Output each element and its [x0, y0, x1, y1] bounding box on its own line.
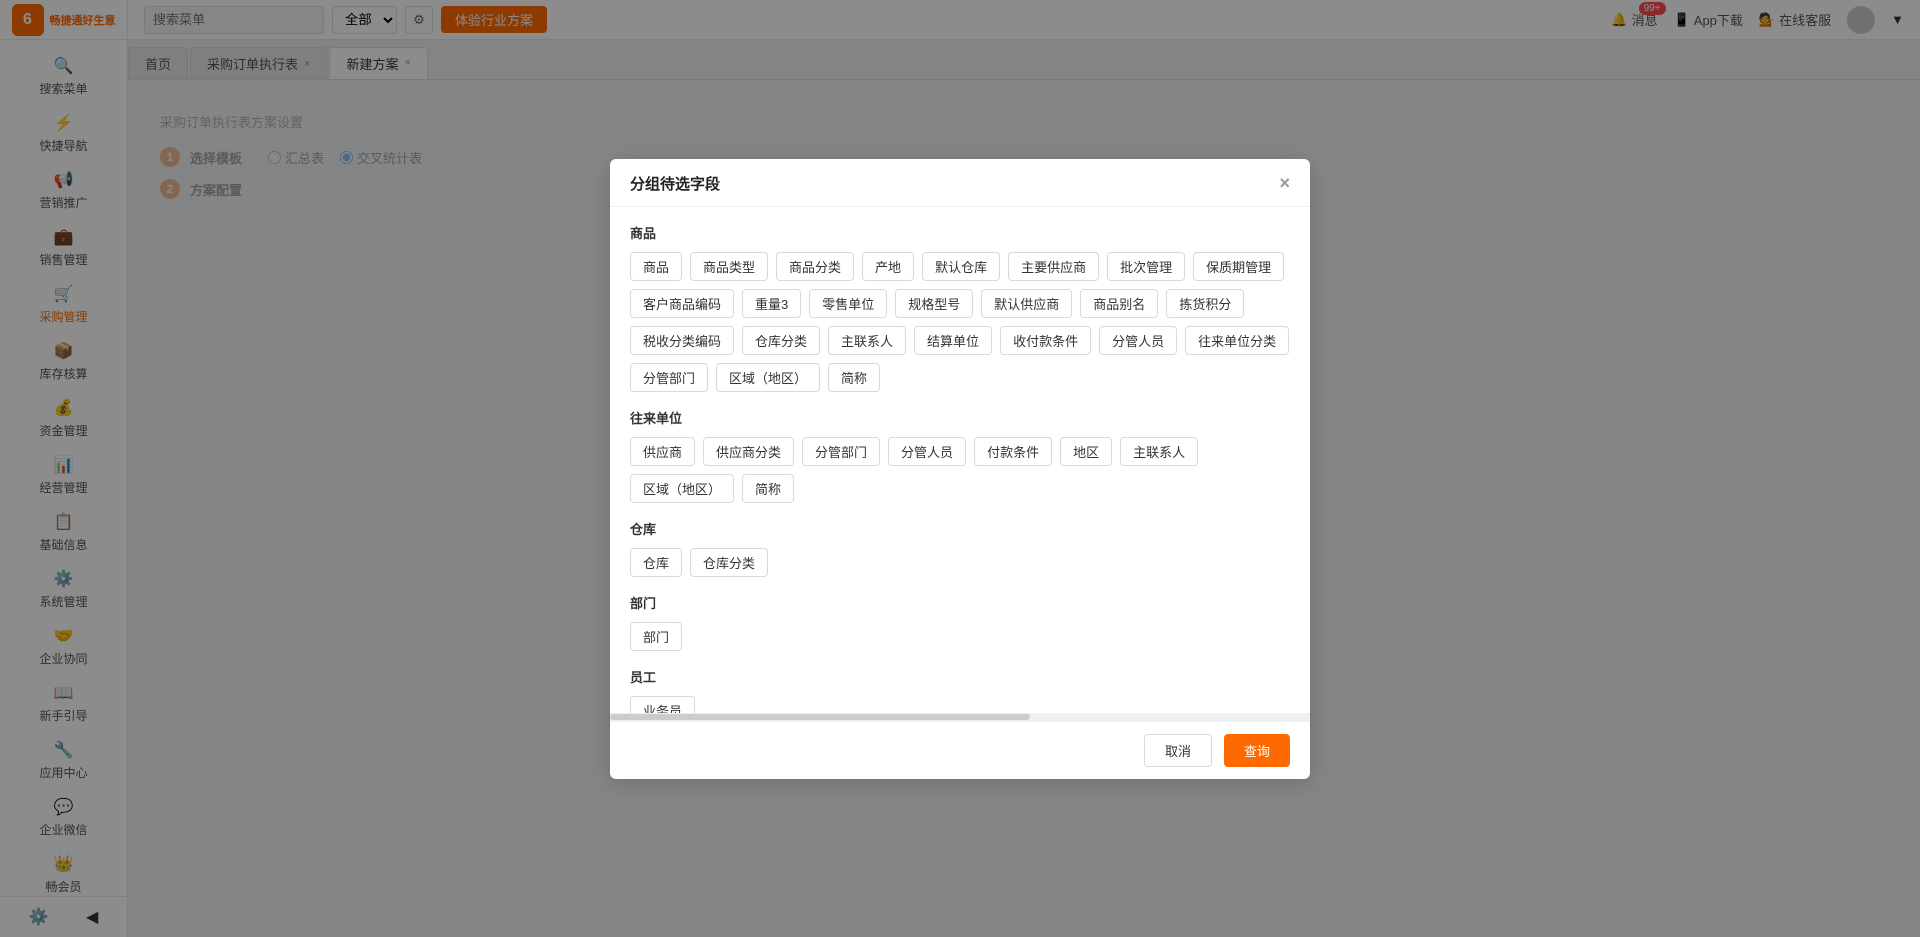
- section-counterpart-title: 往来单位: [630, 408, 1290, 427]
- field-tag[interactable]: 商品分类: [776, 252, 854, 281]
- field-tag[interactable]: 商品别名: [1080, 289, 1158, 318]
- field-tag[interactable]: 仓库: [630, 548, 682, 577]
- section-department-tags: 部门: [630, 622, 1290, 651]
- field-tag[interactable]: 分管人员: [1099, 326, 1177, 355]
- modal-close-button[interactable]: ×: [1279, 174, 1290, 192]
- section-warehouse-tags: 仓库 仓库分类: [630, 548, 1290, 577]
- field-tag[interactable]: 默认供应商: [981, 289, 1072, 318]
- section-employee-title: 员工: [630, 667, 1290, 686]
- field-tag[interactable]: 往来单位分类: [1185, 326, 1289, 355]
- section-warehouse-title: 仓库: [630, 519, 1290, 538]
- section-counterpart: 往来单位 供应商 供应商分类 分管部门 分管人员 付款条件 地区 主联系人 区域…: [630, 408, 1290, 503]
- field-tag[interactable]: 地区: [1060, 437, 1112, 466]
- cancel-button[interactable]: 取消: [1144, 734, 1212, 767]
- field-tag[interactable]: 商品类型: [690, 252, 768, 281]
- field-tag[interactable]: 简称: [828, 363, 880, 392]
- field-tag[interactable]: 分管人员: [888, 437, 966, 466]
- field-tag[interactable]: 部门: [630, 622, 682, 651]
- field-tag[interactable]: 零售单位: [809, 289, 887, 318]
- section-employee-tags: 业务员: [630, 696, 1290, 713]
- section-product-title: 商品: [630, 223, 1290, 242]
- section-department: 部门 部门: [630, 593, 1290, 651]
- field-tag[interactable]: 商品: [630, 252, 682, 281]
- field-tag[interactable]: 批次管理: [1107, 252, 1185, 281]
- modal-header: 分组待选字段 ×: [610, 159, 1310, 207]
- field-tag[interactable]: 主联系人: [1120, 437, 1198, 466]
- section-product-tags: 商品 商品类型 商品分类 产地 默认仓库 主要供应商 批次管理 保质期管理 客户…: [630, 252, 1290, 392]
- field-tag[interactable]: 重量3: [742, 289, 801, 318]
- field-tag[interactable]: 业务员: [630, 696, 695, 713]
- field-tag[interactable]: 供应商分类: [703, 437, 794, 466]
- field-tag[interactable]: 分管部门: [630, 363, 708, 392]
- field-tag[interactable]: 保质期管理: [1193, 252, 1284, 281]
- modal-footer: 取消 查询: [610, 721, 1310, 779]
- confirm-button[interactable]: 查询: [1224, 734, 1290, 767]
- field-tag[interactable]: 产地: [862, 252, 914, 281]
- field-tag[interactable]: 供应商: [630, 437, 695, 466]
- field-tag[interactable]: 主联系人: [828, 326, 906, 355]
- field-tag[interactable]: 税收分类编码: [630, 326, 734, 355]
- modal-horizontal-scrollbar[interactable]: [610, 713, 1310, 721]
- modal-overlay: 分组待选字段 × 商品 商品 商品类型 商品分类 产地 默认仓库 主要供应商 批…: [0, 0, 1920, 937]
- modal-scrollbar-thumb: [610, 714, 1030, 720]
- field-tag[interactable]: 仓库分类: [742, 326, 820, 355]
- section-counterpart-tags: 供应商 供应商分类 分管部门 分管人员 付款条件 地区 主联系人 区域（地区） …: [630, 437, 1290, 503]
- field-tag[interactable]: 分管部门: [802, 437, 880, 466]
- field-tag[interactable]: 规格型号: [895, 289, 973, 318]
- section-department-title: 部门: [630, 593, 1290, 612]
- field-tag[interactable]: 付款条件: [974, 437, 1052, 466]
- section-warehouse: 仓库 仓库 仓库分类: [630, 519, 1290, 577]
- section-product: 商品 商品 商品类型 商品分类 产地 默认仓库 主要供应商 批次管理 保质期管理…: [630, 223, 1290, 392]
- modal-body[interactable]: 商品 商品 商品类型 商品分类 产地 默认仓库 主要供应商 批次管理 保质期管理…: [610, 207, 1310, 713]
- field-tag[interactable]: 拣货积分: [1166, 289, 1244, 318]
- field-tag[interactable]: 默认仓库: [922, 252, 1000, 281]
- field-tag[interactable]: 区域（地区）: [716, 363, 820, 392]
- field-tag[interactable]: 区域（地区）: [630, 474, 734, 503]
- modal-title: 分组待选字段: [630, 173, 720, 194]
- field-selection-modal: 分组待选字段 × 商品 商品 商品类型 商品分类 产地 默认仓库 主要供应商 批…: [610, 159, 1310, 779]
- section-employee: 员工 业务员: [630, 667, 1290, 713]
- field-tag[interactable]: 收付款条件: [1000, 326, 1091, 355]
- field-tag[interactable]: 客户商品编码: [630, 289, 734, 318]
- field-tag[interactable]: 简称: [742, 474, 794, 503]
- field-tag[interactable]: 仓库分类: [690, 548, 768, 577]
- field-tag[interactable]: 结算单位: [914, 326, 992, 355]
- field-tag[interactable]: 主要供应商: [1008, 252, 1099, 281]
